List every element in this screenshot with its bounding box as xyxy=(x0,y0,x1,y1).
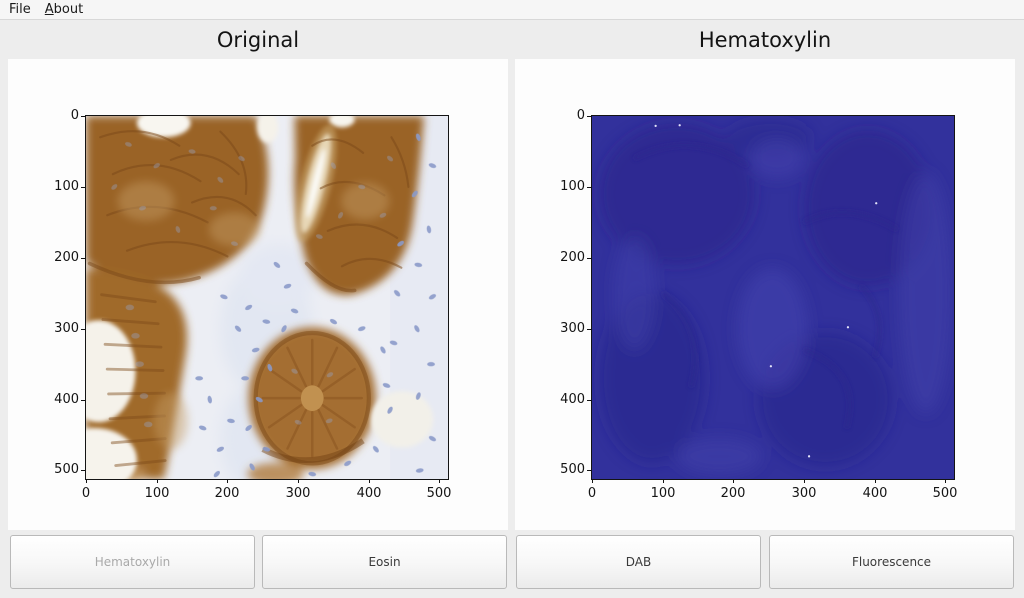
app-window: File About Original Hematoxylin 0 100 20… xyxy=(0,0,1024,598)
x-tick-label: 500 xyxy=(426,486,452,501)
x-tick-label: 100 xyxy=(144,486,170,501)
tick-mark xyxy=(81,187,85,188)
hematoxylin-plot-area: 0 100 200 300 400 500 0 100 200 300 400 … xyxy=(560,108,957,501)
tick-mark xyxy=(81,470,85,471)
y-tick-label: 200 xyxy=(560,250,585,265)
tick-mark xyxy=(587,400,591,401)
original-histology-image xyxy=(86,116,448,479)
tick-mark xyxy=(81,329,85,330)
tick-mark xyxy=(439,479,440,483)
y-tick-label: 500 xyxy=(54,462,79,477)
tick-mark xyxy=(298,479,299,483)
y-tick-label: 300 xyxy=(560,321,585,336)
dab-button[interactable]: DAB xyxy=(516,535,761,589)
tick-mark xyxy=(592,479,593,483)
x-tick-label: 200 xyxy=(214,486,240,501)
y-tick-label: 400 xyxy=(560,392,585,407)
y-tick-label: 400 xyxy=(54,392,79,407)
tick-mark xyxy=(227,479,228,483)
tick-mark xyxy=(587,470,591,471)
tick-mark xyxy=(663,479,664,483)
tick-mark xyxy=(875,479,876,483)
x-tick-label: 400 xyxy=(862,486,888,501)
menu-about-label: bout xyxy=(53,2,84,17)
original-figure-canvas: 0 100 200 300 400 500 0 100 200 300 400 … xyxy=(8,59,508,530)
y-tick-label: 100 xyxy=(54,179,79,194)
tick-mark xyxy=(587,187,591,188)
original-plot-area: 0 100 200 300 400 500 0 100 200 300 400 … xyxy=(54,108,451,501)
y-tick-label: 0 xyxy=(576,108,585,123)
menu-bar: File About xyxy=(0,0,1024,20)
tick-mark xyxy=(86,479,87,483)
x-tick-label: 0 xyxy=(587,486,597,501)
tick-mark xyxy=(945,479,946,483)
menu-about-accelerator: A xyxy=(44,2,54,17)
x-tick-label: 100 xyxy=(650,486,676,501)
tick-mark xyxy=(81,258,85,259)
tick-mark xyxy=(81,400,85,401)
tick-mark xyxy=(81,116,85,117)
tick-mark xyxy=(587,258,591,259)
menu-about[interactable]: About xyxy=(38,0,90,19)
eosin-button[interactable]: Eosin xyxy=(262,535,507,589)
hematoxylin-title: Hematoxylin xyxy=(698,28,832,52)
y-tick-label: 100 xyxy=(560,179,585,194)
tick-mark xyxy=(587,329,591,330)
fluorescence-button[interactable]: Fluorescence xyxy=(769,535,1014,589)
x-tick-label: 0 xyxy=(81,486,91,501)
hematoxylin-channel-image xyxy=(592,116,954,479)
x-tick-label: 300 xyxy=(791,486,817,501)
tick-mark xyxy=(369,479,370,483)
hematoxylin-button[interactable]: Hematoxylin xyxy=(10,535,255,589)
original-title: Original xyxy=(216,28,300,52)
tick-mark xyxy=(733,479,734,483)
y-tick-label: 300 xyxy=(54,321,79,336)
y-tick-label: 0 xyxy=(70,108,79,123)
tick-mark xyxy=(804,479,805,483)
y-tick-label: 500 xyxy=(560,462,585,477)
x-tick-label: 300 xyxy=(285,486,311,501)
hematoxylin-figure-canvas: 0 100 200 300 400 500 0 100 200 300 400 … xyxy=(515,59,1015,530)
y-tick-label: 200 xyxy=(54,250,79,265)
tick-mark xyxy=(587,116,591,117)
menu-file[interactable]: File xyxy=(2,0,38,19)
tick-mark xyxy=(157,479,158,483)
x-tick-label: 200 xyxy=(720,486,746,501)
x-tick-label: 500 xyxy=(932,486,958,501)
x-tick-label: 400 xyxy=(356,486,382,501)
